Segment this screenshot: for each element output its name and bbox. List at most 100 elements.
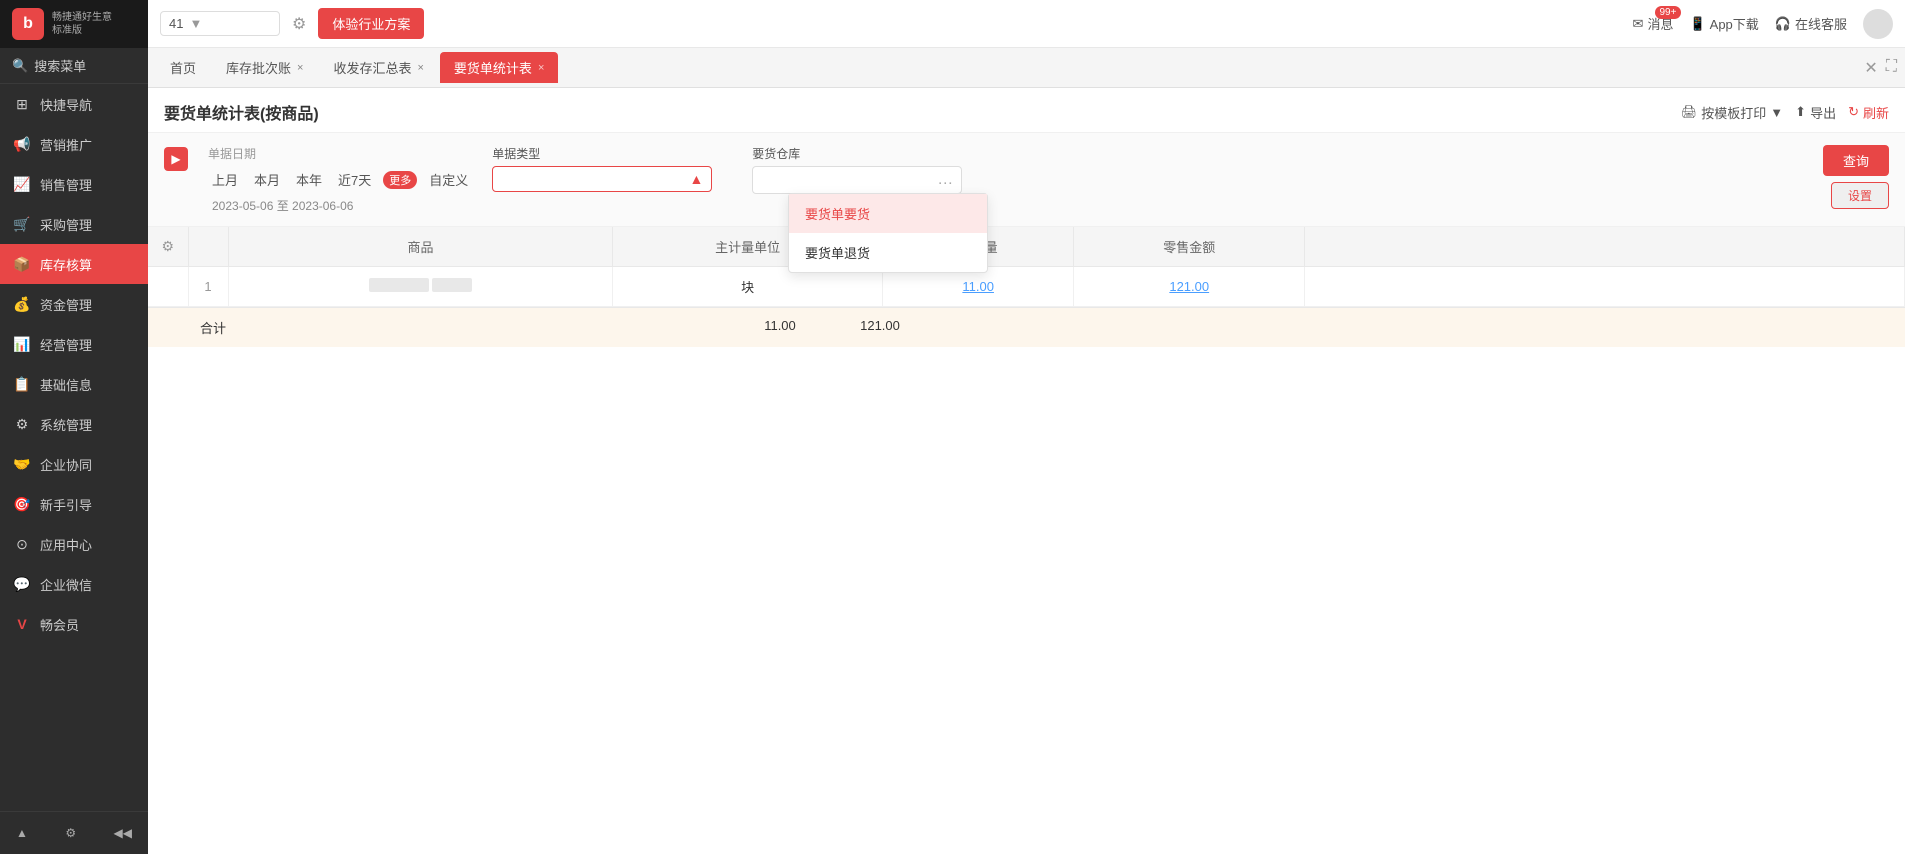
doc-type-text-input[interactable]: [501, 172, 689, 187]
col-settings: ⚙: [148, 227, 188, 267]
sidebar-item-basic[interactable]: 📋 基础信息: [0, 364, 148, 404]
tabbar-actions: ✕ ⛶: [1864, 58, 1897, 78]
table-footer: 合计 11.00 121.00: [148, 307, 1905, 347]
expand-filter-button[interactable]: ▶: [164, 147, 188, 171]
app-title: 畅捷通好生意 标准版: [52, 11, 112, 37]
page-title: 要货单统计表(按商品): [164, 100, 319, 124]
sidebar-item-quick-nav[interactable]: ⊞ 快捷导航: [0, 84, 148, 124]
dropdown-item-order-goods[interactable]: 要货单要货: [789, 194, 987, 233]
dropdown-item-order-return[interactable]: 要货单退货: [789, 233, 987, 272]
app-logo: b: [12, 8, 44, 40]
warehouse-more-icon[interactable]: …: [937, 171, 953, 189]
col-product: 商品: [228, 227, 613, 267]
filter-bar: ▶ 单据日期 上月 本月 本年 近7天 更多 自定义 2023-05-06 至 …: [148, 133, 1905, 227]
enterprise-icon: 🤝: [12, 454, 32, 474]
close-tab-order-stat[interactable]: ×: [538, 62, 544, 74]
table-wrapper: ⚙ 商品 主计量单位 主数量 零售金额 1: [148, 227, 1905, 307]
sidebar-search[interactable]: 🔍 搜索菜单: [0, 48, 148, 84]
sidebar-footer: ▲ ⚙ ◀◀: [0, 811, 148, 854]
expand-tabs-icon[interactable]: ⛶: [1886, 58, 1897, 78]
warehouse-input[interactable]: …: [752, 166, 962, 194]
close-tab-receive-summary[interactable]: ×: [417, 62, 423, 74]
sidebar-item-wechat-biz[interactable]: 💬 企业微信: [0, 564, 148, 604]
topbar-settings-icon[interactable]: ⚙: [288, 10, 310, 38]
scroll-up-button[interactable]: ▲: [12, 822, 32, 844]
headset-icon: 🎧: [1775, 16, 1791, 32]
promo-button[interactable]: 体验行业方案: [318, 8, 424, 39]
filter-settings-button[interactable]: 设置: [1831, 182, 1889, 209]
tab-batch-account[interactable]: 库存批次账 ×: [212, 52, 317, 83]
collapse-button[interactable]: ◀◀: [110, 822, 136, 844]
membership-icon: V: [12, 614, 32, 634]
sidebar-item-app-center[interactable]: ⊙ 应用中心: [0, 524, 148, 564]
sidebar-header: b 畅捷通好生意 标准版: [0, 0, 148, 48]
close-all-tabs-icon[interactable]: ✕: [1864, 58, 1877, 78]
doc-type-dropdown-arrow[interactable]: ▲: [689, 171, 703, 187]
row-index-cell: 1: [188, 267, 228, 307]
doc-type-dropdown: 要货单要货 要货单退货: [788, 193, 988, 273]
table-header-row: ⚙ 商品 主计量单位 主数量 零售金额: [148, 227, 1905, 267]
this-year-btn[interactable]: 本年: [292, 168, 326, 191]
sidebar-item-marketing[interactable]: 📢 营销推广: [0, 124, 148, 164]
this-month-btn[interactable]: 本月: [250, 168, 284, 191]
close-tab-batch-account[interactable]: ×: [297, 62, 303, 74]
topbar: 41 ▼ ⚙ 体验行业方案 ✉ 消息 99+ 📱 App下载 🎧 在线客服: [148, 0, 1905, 48]
user-avatar[interactable]: [1863, 9, 1893, 39]
doc-type-input[interactable]: ▲: [492, 166, 712, 192]
quick-nav-icon: ⊞: [12, 94, 32, 114]
last-7-days-btn[interactable]: 近7天: [334, 168, 375, 191]
custom-date-btn[interactable]: 自定义: [425, 168, 472, 191]
inventory-icon: 📦: [12, 254, 32, 274]
message-badge: 99+: [1655, 6, 1682, 19]
online-service-button[interactable]: 🎧 在线客服: [1775, 14, 1847, 33]
page-actions: 🖨 按模板打印 ▼ ⬆ 导出 ↻ 刷新: [1681, 103, 1889, 122]
more-date-badge[interactable]: 更多: [383, 171, 417, 189]
wechat-icon: 💬: [12, 574, 32, 594]
column-settings-icon[interactable]: ⚙: [161, 238, 174, 254]
warehouse-filter-group: 要货仓库 …: [752, 145, 962, 194]
product-code-placeholder: [432, 278, 472, 292]
sidebar-item-enterprise[interactable]: 🤝 企业协同: [0, 444, 148, 484]
last-month-btn[interactable]: 上月: [208, 168, 242, 191]
phone-icon: 📱: [1689, 16, 1705, 32]
filter-right: 查询 设置: [1823, 145, 1889, 209]
message-icon: ✉: [1633, 16, 1644, 32]
sidebar-item-guide[interactable]: 🎯 新手引导: [0, 484, 148, 524]
doc-type-filter-group: 单据类型 ▲: [492, 145, 712, 192]
export-button[interactable]: ⬆ 导出: [1795, 103, 1836, 122]
sidebar-item-operations[interactable]: 📊 经营管理: [0, 324, 148, 364]
sidebar-item-finance[interactable]: 💰 资金管理: [0, 284, 148, 324]
tab-order-stat[interactable]: 要货单统计表 ×: [440, 52, 558, 83]
marketing-icon: 📢: [12, 134, 32, 154]
row-product-cell: [228, 267, 613, 307]
sidebar-item-purchase[interactable]: 🛒 采购管理: [0, 204, 148, 244]
operations-icon: 📊: [12, 334, 32, 354]
tab-home[interactable]: 首页: [156, 52, 210, 83]
settings-footer-button[interactable]: ⚙: [61, 822, 80, 844]
footer-label: 合计: [160, 318, 610, 337]
system-icon: ⚙: [12, 414, 32, 434]
sidebar-item-inventory[interactable]: 📦 库存核算: [0, 244, 148, 284]
print-button[interactable]: 🖨 按模板打印 ▼: [1681, 103, 1783, 122]
guide-icon: 🎯: [12, 494, 32, 514]
date-filter-row: 上月 本月 本年 近7天 更多 自定义: [208, 168, 472, 191]
store-selector[interactable]: 41 ▼: [160, 11, 280, 36]
footer-qty: 11.00: [730, 318, 830, 337]
tab-receive-summary[interactable]: 收发存汇总表 ×: [319, 52, 437, 83]
warehouse-text-input[interactable]: [761, 173, 937, 188]
row-amount-cell[interactable]: 121.00: [1074, 267, 1305, 307]
sidebar-item-system[interactable]: ⚙ 系统管理: [0, 404, 148, 444]
refresh-button[interactable]: ↻ 刷新: [1848, 103, 1889, 122]
app-download-button[interactable]: 📱 App下载: [1689, 14, 1758, 33]
data-table: ⚙ 商品 主计量单位 主数量 零售金额 1: [148, 227, 1905, 307]
topbar-right: ✉ 消息 99+ 📱 App下载 🎧 在线客服: [1633, 9, 1893, 39]
sidebar-item-membership[interactable]: V 畅会员: [0, 604, 148, 644]
footer-amount: 121.00: [830, 318, 930, 337]
sales-icon: 📈: [12, 174, 32, 194]
export-icon: ⬆: [1795, 104, 1806, 120]
query-button[interactable]: 查询: [1823, 145, 1889, 176]
print-icon: 🖨: [1681, 104, 1698, 120]
message-button[interactable]: ✉ 消息 99+: [1633, 14, 1674, 33]
row-extra-cell: [1305, 267, 1905, 307]
sidebar-item-sales[interactable]: 📈 销售管理: [0, 164, 148, 204]
